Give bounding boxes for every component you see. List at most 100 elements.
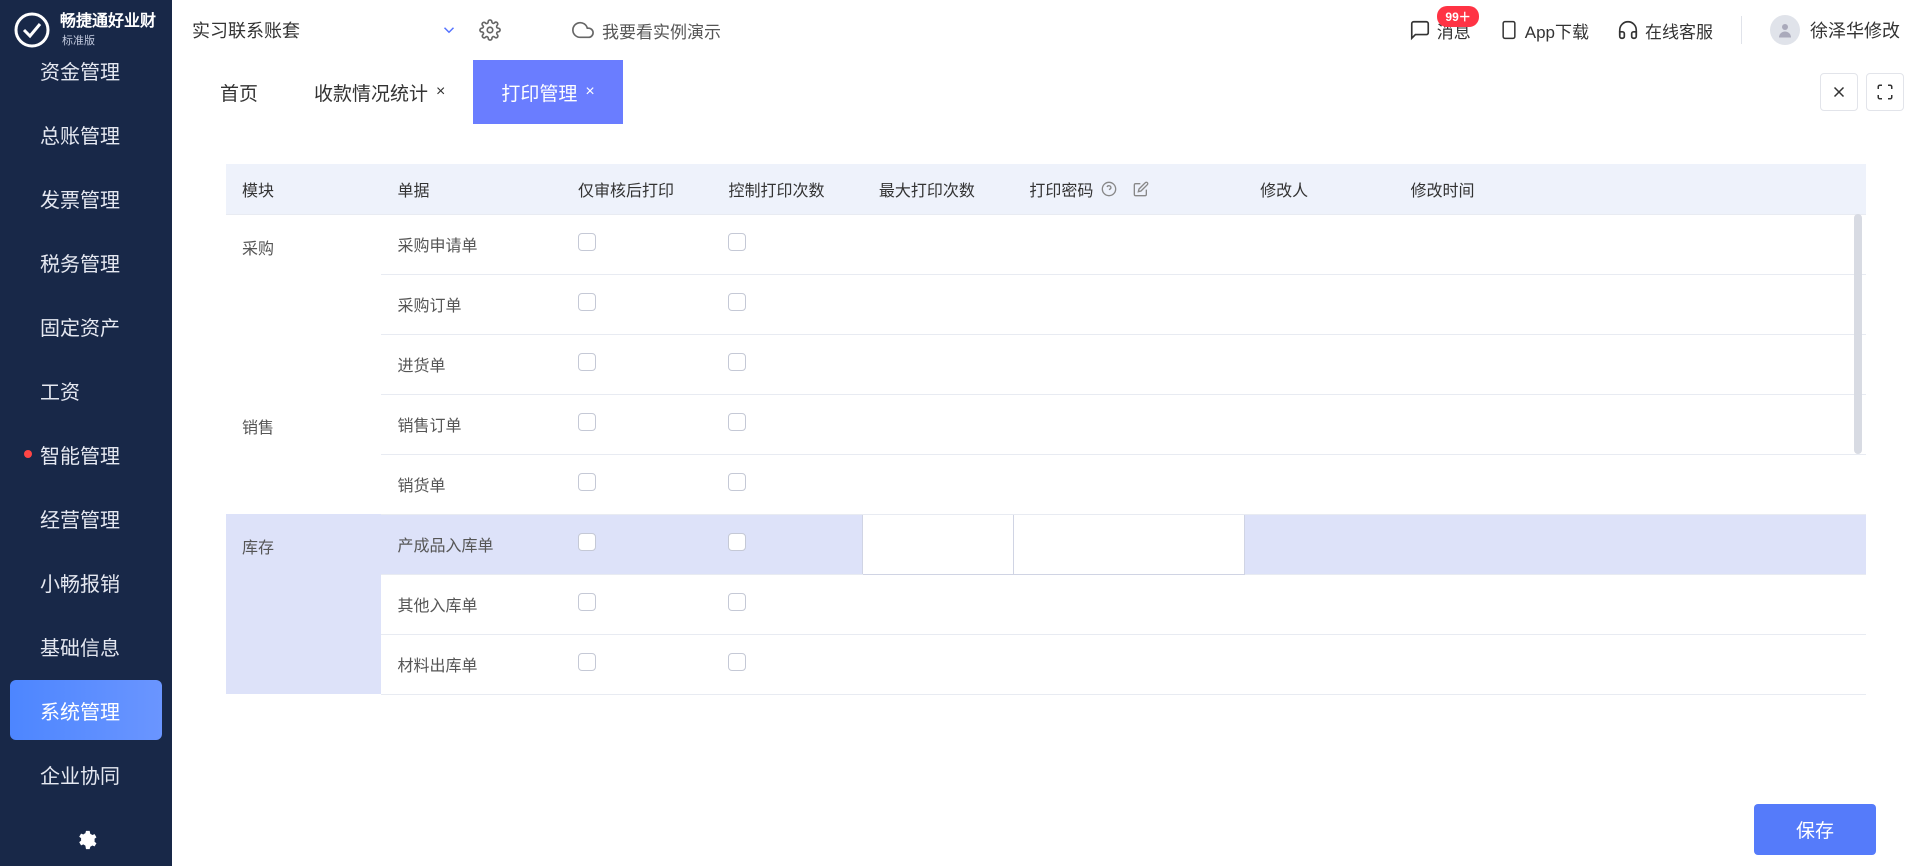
messages-badge: 99＋: [1437, 6, 1478, 27]
table-row[interactable]: 采购采购申请单: [226, 214, 1866, 274]
password-cell: [1013, 574, 1244, 634]
demo-link[interactable]: 我要看实例演示: [572, 18, 721, 43]
fullscreen-button[interactable]: [1866, 73, 1904, 111]
sidebar-item[interactable]: 资金管理: [10, 60, 162, 100]
message-icon: [1409, 19, 1431, 41]
checkbox[interactable]: [578, 413, 596, 431]
audit-cell: [562, 274, 712, 334]
table-row[interactable]: 材料出库单: [226, 634, 1866, 694]
sidebar-item-label: 发票管理: [40, 184, 120, 213]
checkbox[interactable]: [578, 593, 596, 611]
settings-icon[interactable]: [74, 828, 98, 852]
audit-cell: [562, 454, 712, 514]
sidebar-item[interactable]: 经营管理: [10, 488, 162, 548]
sidebar-item[interactable]: 基础信息: [10, 616, 162, 676]
checkbox[interactable]: [578, 653, 596, 671]
checkbox[interactable]: [728, 293, 746, 311]
sidebar-item-label: 系统管理: [40, 696, 120, 725]
checkbox[interactable]: [728, 413, 746, 431]
app-download-button[interactable]: App下载: [1499, 18, 1589, 43]
sidebar-item[interactable]: 工资: [10, 360, 162, 420]
checkbox[interactable]: [728, 593, 746, 611]
sidebar-item-label: 企业协同: [40, 760, 120, 789]
close-icon[interactable]: ×: [585, 83, 594, 101]
control-cell: [712, 334, 862, 394]
sidebar-item[interactable]: 总账管理: [10, 104, 162, 164]
tab-label: 收款情况统计: [314, 79, 428, 106]
sidebar-item[interactable]: 小畅报销: [10, 552, 162, 612]
max-count-cell: [863, 454, 1013, 514]
checkbox[interactable]: [578, 353, 596, 371]
sidebar-item-label: 智能管理: [40, 440, 120, 469]
password-cell: [1013, 334, 1244, 394]
sidebar-item[interactable]: 企业协同: [10, 744, 162, 804]
password-cell: [1013, 214, 1244, 274]
sidebar-item-label: 税务管理: [40, 248, 120, 277]
table-row[interactable]: 库存产成品入库单: [226, 514, 1866, 574]
headset-icon: [1617, 19, 1639, 41]
user-menu[interactable]: 徐泽华修改: [1770, 15, 1900, 45]
table-row[interactable]: 采购订单: [226, 274, 1866, 334]
scrollbar[interactable]: [1854, 214, 1862, 454]
control-cell: [712, 514, 862, 574]
checkbox[interactable]: [728, 533, 746, 551]
sidebar-item[interactable]: 系统管理: [10, 680, 162, 740]
table-row[interactable]: 其他入库单: [226, 574, 1866, 634]
checkbox[interactable]: [728, 353, 746, 371]
modifier-cell: [1244, 454, 1394, 514]
save-button[interactable]: 保存: [1754, 804, 1876, 855]
edit-icon[interactable]: [1133, 181, 1149, 197]
messages-button[interactable]: 消息 99＋: [1409, 18, 1471, 43]
control-cell: [712, 454, 862, 514]
sidebar-item[interactable]: 智能管理: [10, 424, 162, 484]
table-row[interactable]: 销售销售订单: [226, 394, 1866, 454]
doc-cell: 材料出库单: [381, 634, 562, 694]
th-audit-only: 仅审核后打印: [562, 164, 712, 214]
checkbox[interactable]: [578, 473, 596, 491]
demo-label: 我要看实例演示: [602, 18, 721, 43]
sidebar-item[interactable]: 固定资产: [10, 296, 162, 356]
brand-title: 畅捷通好业财: [60, 13, 156, 31]
table-row[interactable]: 进货单: [226, 334, 1866, 394]
sidebar-item[interactable]: 发票管理: [10, 168, 162, 228]
mobile-icon: [1499, 19, 1519, 41]
online-service-button[interactable]: 在线客服: [1617, 18, 1713, 43]
brand-icon: [14, 12, 50, 48]
close-icon[interactable]: ×: [436, 83, 445, 101]
online-service-label: 在线客服: [1645, 18, 1713, 43]
gear-icon[interactable]: [478, 18, 502, 42]
help-icon[interactable]: [1101, 181, 1117, 197]
close-all-tabs-button[interactable]: [1820, 73, 1858, 111]
account-selector[interactable]: 实习联系账套: [192, 17, 458, 43]
sidebar-item[interactable]: 税务管理: [10, 232, 162, 292]
max-count-cell: [863, 274, 1013, 334]
audit-cell: [562, 394, 712, 454]
tab-label: 打印管理: [501, 79, 577, 106]
tab[interactable]: 收款情况统计 ×: [286, 60, 473, 124]
checkbox[interactable]: [578, 533, 596, 551]
th-doc: 单据: [381, 164, 562, 214]
table-row[interactable]: 销货单: [226, 454, 1866, 514]
modifier-cell: [1244, 334, 1394, 394]
doc-cell: 销售订单: [381, 394, 562, 454]
th-modify-time: 修改时间: [1395, 164, 1866, 214]
audit-cell: [562, 334, 712, 394]
checkbox[interactable]: [728, 653, 746, 671]
doc-cell: 进货单: [381, 334, 562, 394]
max-count-cell[interactable]: [863, 514, 1013, 574]
checkbox[interactable]: [578, 293, 596, 311]
modifier-cell: [1244, 214, 1394, 274]
tab[interactable]: 打印管理 ×: [473, 60, 622, 124]
checkbox[interactable]: [578, 233, 596, 251]
sidebar-item-label: 经营管理: [40, 504, 120, 533]
user-name: 徐泽华修改: [1810, 17, 1900, 43]
password-cell[interactable]: [1013, 514, 1244, 574]
checkbox[interactable]: [728, 233, 746, 251]
brand: 畅捷通好业财 标准版: [0, 0, 172, 60]
header-actions: 消息 99＋ App下载 在线客服 徐泽华修改: [1409, 15, 1900, 45]
module-cell: 采购: [226, 214, 381, 394]
app-download-label: App下载: [1525, 18, 1589, 43]
control-cell: [712, 634, 862, 694]
tab[interactable]: 首页: [192, 60, 286, 124]
checkbox[interactable]: [728, 473, 746, 491]
